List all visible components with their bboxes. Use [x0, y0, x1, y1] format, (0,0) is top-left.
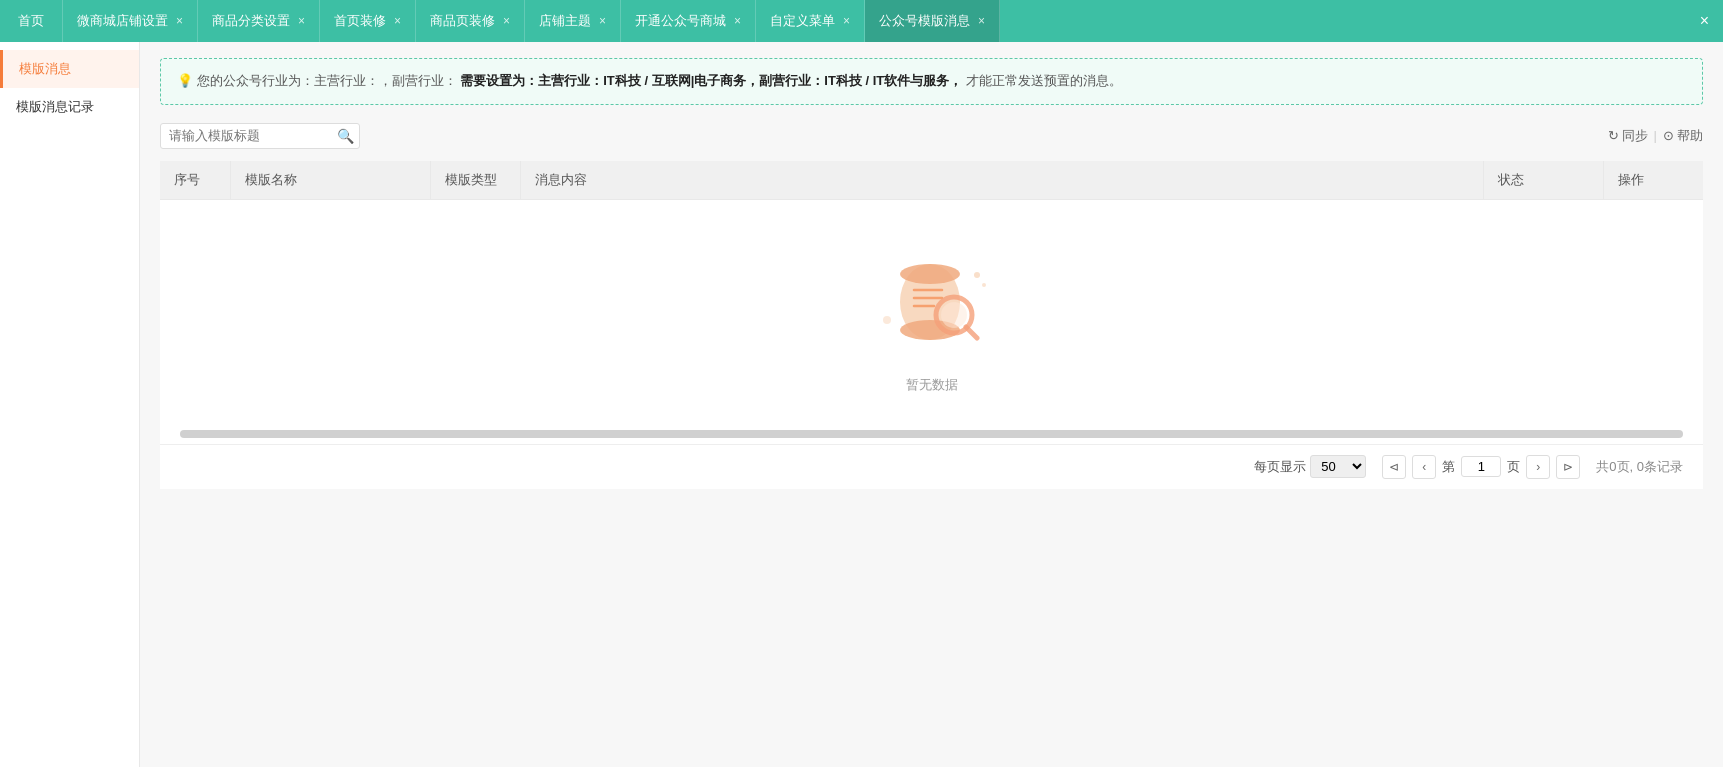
page-label-after: 页	[1507, 458, 1520, 476]
nav-tab-open-store[interactable]: 开通公众号商城 ×	[621, 0, 756, 42]
sync-button[interactable]: ↻ 同步	[1608, 127, 1648, 145]
last-page-button[interactable]: ⊳	[1556, 455, 1580, 479]
help-icon: ⊙	[1663, 128, 1674, 143]
nav-tab-label: 自定义菜单	[770, 12, 835, 30]
nav-tab-shop-settings[interactable]: 微商城店铺设置 ×	[63, 0, 198, 42]
col-type: 模版类型	[430, 161, 520, 200]
notice-text-prefix: 您的公众号行业为：主营行业：，副营行业：	[197, 73, 457, 88]
sidebar: 模版消息模版消息记录	[0, 42, 140, 767]
nav-tab-custom-menu[interactable]: 自定义菜单 ×	[756, 0, 865, 42]
nav-tab-store-theme[interactable]: 店铺主题 ×	[525, 0, 621, 42]
sidebar-item-template-msg-log[interactable]: 模版消息记录	[0, 88, 139, 126]
nav-tab-close-store-theme[interactable]: ×	[599, 14, 606, 28]
svg-point-7	[941, 302, 967, 328]
nav-tab-label: 微商城店铺设置	[77, 12, 168, 30]
main-layout: 模版消息模版消息记录 💡 您的公众号行业为：主营行业：，副营行业： 需要设置为：…	[0, 42, 1723, 767]
toolbar: 🔍 ↻ 同步 | ⊙ 帮助	[160, 123, 1703, 149]
search-icon[interactable]: 🔍	[337, 128, 354, 144]
nav-tab-label: 开通公众号商城	[635, 12, 726, 30]
notice-highlight: 需要设置为：主营行业：IT科技 / 互联网|电子商务，副营行业：IT科技 / I…	[460, 73, 962, 88]
empty-icon	[872, 240, 992, 360]
data-table: 序号 模版名称 模版类型 消息内容 状态 操作	[160, 161, 1703, 200]
nav-tab-label: 首页	[18, 12, 44, 30]
per-page-label: 每页显示	[1254, 458, 1306, 476]
first-page-button[interactable]: ⊲	[1382, 455, 1406, 479]
svg-point-1	[900, 264, 960, 284]
sync-icon: ↻	[1608, 128, 1619, 143]
empty-state: 暂无数据	[160, 200, 1703, 424]
nav-tab-label: 商品页装修	[430, 12, 495, 30]
close-all-button[interactable]: ×	[1686, 0, 1723, 42]
nav-tab-label: 公众号模版消息	[879, 12, 970, 30]
col-seq: 序号	[160, 161, 230, 200]
sidebar-item-template-msg[interactable]: 模版消息	[0, 50, 139, 88]
table-header-row: 序号 模版名称 模版类型 消息内容 状态 操作	[160, 161, 1703, 200]
help-button[interactable]: ⊙ 帮助	[1663, 127, 1703, 145]
nav-tab-home[interactable]: 首页	[0, 0, 63, 42]
next-page-button[interactable]: ›	[1526, 455, 1550, 479]
notice-box: 💡 您的公众号行业为：主营行业：，副营行业： 需要设置为：主营行业：IT科技 /…	[160, 58, 1703, 105]
col-status: 状态	[1483, 161, 1603, 200]
col-content: 消息内容	[520, 161, 1483, 200]
nav-tab-close-home-decor[interactable]: ×	[394, 14, 401, 28]
page-label-before: 第	[1442, 458, 1455, 476]
nav-tab-label: 店铺主题	[539, 12, 591, 30]
nav-tab-home-decor[interactable]: 首页装修 ×	[320, 0, 416, 42]
nav-tab-label: 商品分类设置	[212, 12, 290, 30]
toolbar-right: ↻ 同步 | ⊙ 帮助	[1608, 127, 1703, 145]
nav-tab-close-product-decor[interactable]: ×	[503, 14, 510, 28]
svg-line-8	[966, 327, 977, 338]
empty-text: 暂无数据	[906, 376, 958, 394]
col-action: 操作	[1603, 161, 1703, 200]
prev-page-button[interactable]: ‹	[1412, 455, 1436, 479]
nav-tab-close-template-msg[interactable]: ×	[978, 14, 985, 28]
horizontal-scrollbar[interactable]	[180, 430, 1683, 438]
sync-label: 同步	[1622, 127, 1648, 145]
scrollbar-row[interactable]	[160, 424, 1703, 444]
search-box: 🔍	[160, 123, 360, 149]
total-info: 共0页, 0条记录	[1596, 458, 1683, 476]
nav-tab-close-category-settings[interactable]: ×	[298, 14, 305, 28]
nav-tab-close-open-store[interactable]: ×	[734, 14, 741, 28]
nav-tab-label: 首页装修	[334, 12, 386, 30]
col-name: 模版名称	[230, 161, 430, 200]
nav-tab-product-decor[interactable]: 商品页装修 ×	[416, 0, 525, 42]
content-area: 💡 您的公众号行业为：主营行业：，副营行业： 需要设置为：主营行业：IT科技 /…	[140, 42, 1723, 767]
nav-tab-category-settings[interactable]: 商品分类设置 ×	[198, 0, 320, 42]
notice-text-suffix: 才能正常发送预置的消息。	[966, 73, 1122, 88]
nav-tab-close-shop-settings[interactable]: ×	[176, 14, 183, 28]
page-input[interactable]	[1461, 456, 1501, 477]
toolbar-divider: |	[1654, 128, 1657, 143]
help-label: 帮助	[1677, 127, 1703, 145]
tip-icon: 💡	[177, 73, 193, 88]
nav-tab-template-msg[interactable]: 公众号模版消息 ×	[865, 0, 1000, 42]
svg-point-10	[982, 283, 986, 287]
svg-point-9	[974, 272, 980, 278]
per-page-dropdown[interactable]: 102050100	[1310, 455, 1366, 478]
nav-tab-close-custom-menu[interactable]: ×	[843, 14, 850, 28]
svg-point-11	[883, 316, 891, 324]
search-input[interactable]	[169, 128, 337, 143]
per-page-select: 每页显示 102050100	[1254, 455, 1366, 478]
top-nav: 首页微商城店铺设置×商品分类设置×首页装修×商品页装修×店铺主题×开通公众号商城…	[0, 0, 1723, 42]
pagination: 每页显示 102050100 ⊲ ‹ 第 页 › ⊳ 共0页, 0条记录	[160, 444, 1703, 489]
